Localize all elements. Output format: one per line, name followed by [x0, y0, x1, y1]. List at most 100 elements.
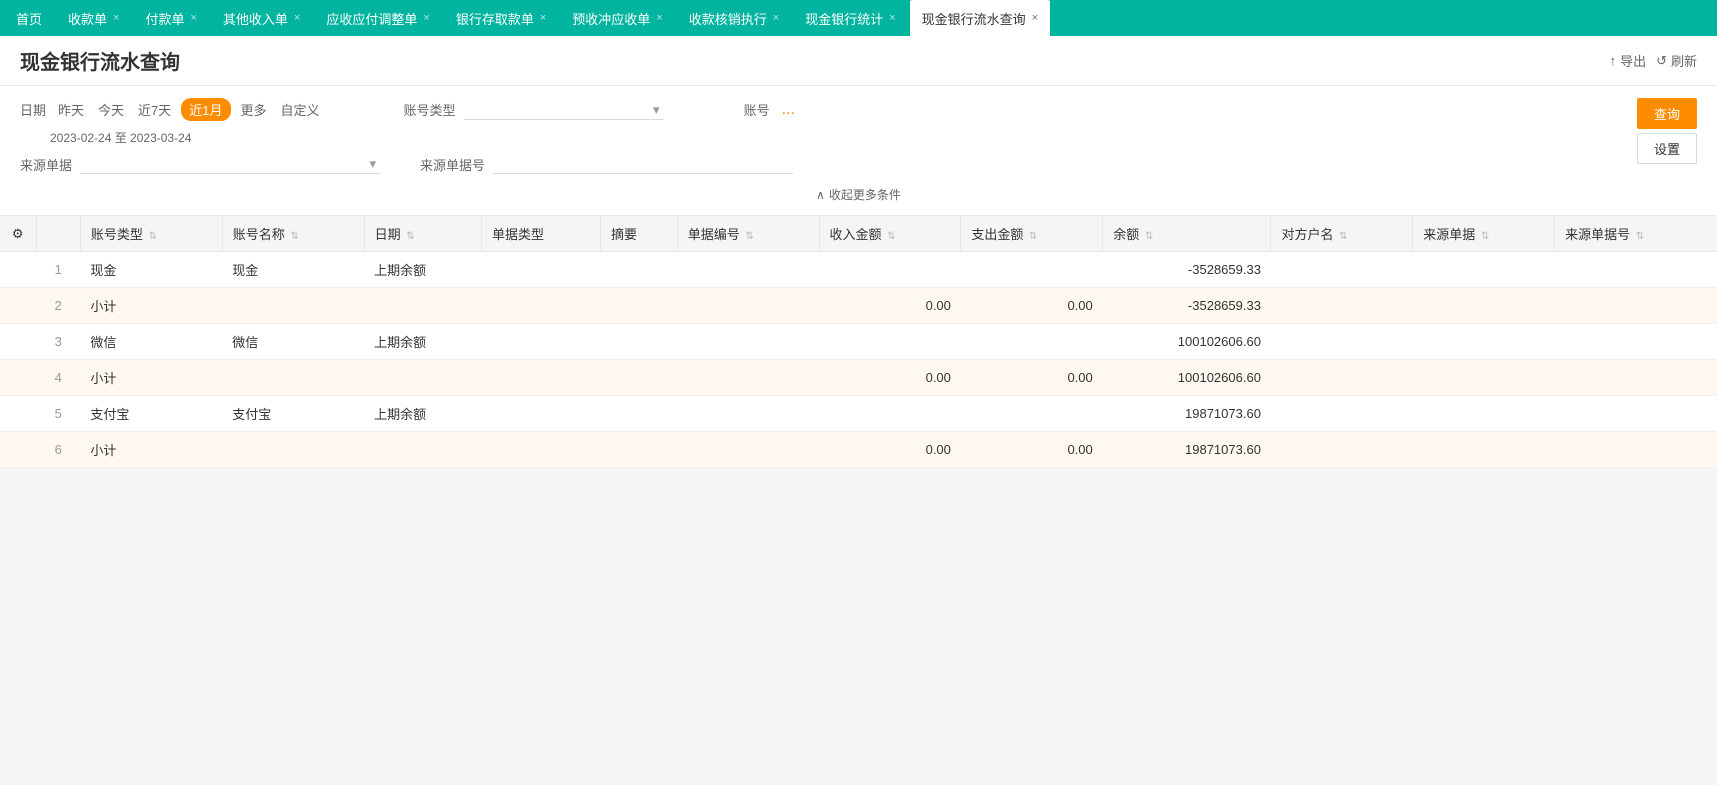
nav-tab-0[interactable]: 收款单 × — [56, 0, 131, 36]
nav-tab-1[interactable]: 付款单 × — [133, 0, 208, 36]
nav-tab-8[interactable]: 现金银行流水查询 × — [910, 0, 1050, 36]
nav-tab-7[interactable]: 现金银行统计 × — [793, 0, 907, 36]
th-account-type[interactable]: 账号类型 ⇅ — [80, 216, 222, 252]
th-expense[interactable]: 支出金额 ⇅ — [961, 216, 1103, 252]
date-range-display: 2023-02-24 至 2023-03-24 — [50, 131, 191, 145]
date-filter-label: 日期 — [20, 100, 46, 119]
sort-icon-account-type: ⇅ — [149, 231, 157, 242]
nav-tab-label-1: 付款单 — [145, 9, 184, 28]
nav-tab-label-8: 现金银行流水查询 — [922, 9, 1026, 28]
close-icon-8[interactable]: × — [1032, 12, 1038, 24]
nav-tab-label-4: 银行存取款单 — [456, 9, 534, 28]
close-icon-3[interactable]: × — [423, 12, 429, 24]
date-opt-more[interactable]: 更多 — [237, 98, 271, 121]
sort-icon-expense: ⇅ — [1029, 231, 1037, 242]
page-header: 现金银行流水查询 ↑ 导出 ↺ 刷新 — [0, 36, 1717, 86]
sort-icon-source-doc: ⇅ — [1481, 231, 1489, 242]
th-doc-no[interactable]: 单据编号 ⇅ — [677, 216, 819, 252]
date-options: 昨天 今天 近7天 近1月 更多 自定义 — [54, 98, 324, 121]
account-label: 账号 — [744, 100, 770, 119]
collapse-label: 收起更多条件 — [829, 186, 901, 203]
table-row[interactable]: 4小计0.000.00100102606.60 — [0, 360, 1717, 396]
th-doc-type: 单据类型 — [482, 216, 601, 252]
th-counterpart[interactable]: 对方户名 ⇅ — [1271, 216, 1413, 252]
export-button[interactable]: ↑ 导出 — [1610, 51, 1647, 70]
collapse-icon: ∧ — [816, 188, 825, 202]
nav-tab-label-0: 收款单 — [68, 9, 107, 28]
table-row[interactable]: 1现金现金上期余额-3528659.33 — [0, 252, 1717, 288]
table-row[interactable]: 3微信微信上期余额100102606.60 — [0, 324, 1717, 360]
refresh-icon: ↺ — [1656, 53, 1667, 69]
account-type-select[interactable] — [464, 100, 664, 120]
nav-tab-2[interactable]: 其他收入单 × — [211, 0, 312, 36]
filter-row-1: 日期 昨天 今天 近7天 近1月 更多 自定义 账号类型 — [20, 98, 1637, 121]
nav-tab-label-5: 预收冲应收单 — [572, 9, 650, 28]
close-icon-4[interactable]: × — [540, 12, 546, 24]
table-container: ⚙ 账号类型 ⇅ 账号名称 ⇅ 日期 ⇅ 单据类型 摘要 单据编号 ⇅ 收入金额… — [0, 216, 1717, 468]
th-index — [36, 216, 80, 252]
sort-icon-income: ⇅ — [887, 231, 895, 242]
filter-right-actions: 查询 设置 — [1637, 98, 1697, 164]
sort-icon-account-name: ⇅ — [290, 231, 298, 242]
account-ellipsis-button[interactable]: ... — [778, 101, 799, 119]
export-icon: ↑ — [1610, 53, 1617, 68]
settings-button[interactable]: 设置 — [1637, 133, 1697, 164]
sort-icon-source-doc-no: ⇅ — [1636, 231, 1644, 242]
sort-icon-counterpart: ⇅ — [1339, 231, 1347, 242]
nav-home-label: 首页 — [16, 9, 42, 28]
page-title: 现金银行流水查询 — [20, 46, 180, 75]
th-source-doc[interactable]: 来源单据 ⇅ — [1413, 216, 1555, 252]
nav-tab-label-3: 应收应付调整单 — [326, 9, 417, 28]
filter-row-2: 来源单据 ▾ 来源单据号 — [20, 154, 1637, 174]
th-date[interactable]: 日期 ⇅ — [364, 216, 481, 252]
table-header-row: ⚙ 账号类型 ⇅ 账号名称 ⇅ 日期 ⇅ 单据类型 摘要 单据编号 ⇅ 收入金额… — [0, 216, 1717, 252]
th-summary: 摘要 — [601, 216, 678, 252]
close-icon-5[interactable]: × — [656, 12, 662, 24]
th-income[interactable]: 收入金额 ⇅ — [819, 216, 961, 252]
table-row[interactable]: 6小计0.000.0019871073.60 — [0, 432, 1717, 468]
source-doc-select[interactable] — [80, 154, 380, 174]
date-opt-7days[interactable]: 近7天 — [134, 98, 175, 121]
source-doc-no-filter-group: 来源单据号 — [420, 154, 793, 174]
collapse-bar[interactable]: ∧ 收起更多条件 — [20, 182, 1697, 203]
nav-tab-5[interactable]: 预收冲应收单 × — [560, 0, 674, 36]
account-type-filter-group: 账号类型 ▾ — [404, 100, 664, 120]
table-body: 1现金现金上期余额-3528659.332小计0.000.00-3528659.… — [0, 252, 1717, 468]
nav-tab-label-6: 收款核销执行 — [689, 9, 767, 28]
th-balance[interactable]: 余额 ⇅ — [1103, 216, 1271, 252]
header-actions: ↑ 导出 ↺ 刷新 — [1610, 51, 1697, 70]
source-doc-no-label: 来源单据号 — [420, 155, 485, 174]
th-gear[interactable]: ⚙ — [0, 216, 36, 252]
account-filter-group: 账号 ... — [744, 100, 799, 119]
refresh-label: 刷新 — [1671, 51, 1697, 70]
close-icon-0[interactable]: × — [113, 12, 119, 24]
nav-tab-6[interactable]: 收款核销执行 × — [677, 0, 791, 36]
refresh-button[interactable]: ↺ 刷新 — [1656, 51, 1697, 70]
account-type-select-wrapper: ▾ — [464, 100, 664, 120]
close-icon-7[interactable]: × — [889, 12, 895, 24]
top-navigation: 首页 收款单 × 付款单 × 其他收入单 × 应收应付调整单 × 银行存取款单 … — [0, 0, 1717, 36]
th-account-name[interactable]: 账号名称 ⇅ — [222, 216, 364, 252]
close-icon-6[interactable]: × — [773, 12, 779, 24]
nav-tab-3[interactable]: 应收应付调整单 × — [314, 0, 441, 36]
source-doc-select-wrapper: ▾ — [80, 154, 380, 174]
nav-tab-label-2: 其他收入单 — [223, 9, 288, 28]
nav-tab-4[interactable]: 银行存取款单 × — [444, 0, 558, 36]
nav-home[interactable]: 首页 — [4, 0, 54, 36]
query-button[interactable]: 查询 — [1637, 98, 1697, 129]
date-opt-yesterday[interactable]: 昨天 — [54, 98, 88, 121]
date-opt-1month[interactable]: 近1月 — [181, 98, 230, 121]
close-icon-1[interactable]: × — [190, 12, 196, 24]
account-type-label: 账号类型 — [404, 100, 456, 119]
sort-icon-balance: ⇅ — [1145, 231, 1153, 242]
table-row[interactable]: 2小计0.000.00-3528659.33 — [0, 288, 1717, 324]
sort-icon-date: ⇅ — [406, 231, 414, 242]
close-icon-2[interactable]: × — [294, 12, 300, 24]
date-filter-group: 日期 昨天 今天 近7天 近1月 更多 自定义 — [20, 98, 324, 121]
source-doc-no-input[interactable] — [493, 154, 793, 174]
date-opt-custom[interactable]: 自定义 — [277, 98, 324, 121]
filter-area: 日期 昨天 今天 近7天 近1月 更多 自定义 账号类型 — [0, 86, 1717, 216]
table-row[interactable]: 5支付宝支付宝上期余额19871073.60 — [0, 396, 1717, 432]
th-source-doc-no[interactable]: 来源单据号 ⇅ — [1555, 216, 1717, 252]
date-opt-today[interactable]: 今天 — [94, 98, 128, 121]
